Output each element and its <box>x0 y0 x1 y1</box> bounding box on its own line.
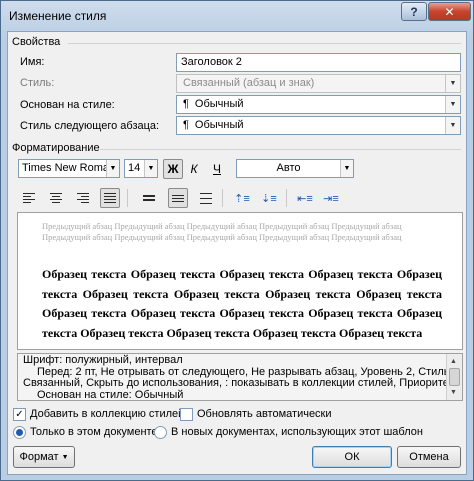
next-style-value: Обычный <box>194 119 244 131</box>
style-type-value: Связанный (абзац и знак) <box>183 77 315 89</box>
description-line: Основан на стиле: Обычный <box>37 388 184 401</box>
name-input[interactable]: Заголовок 2 <box>176 53 461 72</box>
align-left-icon[interactable] <box>19 188 39 208</box>
font-color-select[interactable]: Авто ▼ <box>236 159 354 178</box>
space-before-increase-icon[interactable]: ⇡≡ <box>232 188 252 208</box>
scroll-up-icon[interactable]: ▲ <box>450 356 457 368</box>
format-menu-button[interactable]: Формат ▼ <box>13 446 75 468</box>
formatting-divider <box>100 149 461 150</box>
underline-button[interactable]: Ч <box>207 159 227 179</box>
add-to-gallery-label[interactable]: Добавить в коллекцию стилей <box>30 408 184 420</box>
help-button[interactable]: ? <box>401 2 427 21</box>
style-description-box: Шрифт: полужирный, интервал Перед: 2 пт,… <box>17 353 463 401</box>
scroll-down-icon[interactable]: ▼ <box>450 387 457 399</box>
based-on-label: Основан на стиле: <box>20 99 115 111</box>
modify-style-dialog: Изменение стиля ? ✕ Свойства Имя: Заголо… <box>0 0 474 481</box>
paragraph-mark-icon: ¶ <box>183 98 189 110</box>
chevron-down-icon: ▼ <box>445 75 460 92</box>
double-spacing-icon[interactable] <box>196 188 216 208</box>
only-this-document-radio[interactable] <box>13 426 26 439</box>
close-button[interactable]: ✕ <box>428 2 471 21</box>
chevron-down-icon[interactable]: ▼ <box>445 117 460 134</box>
only-this-document-label[interactable]: Только в этом документе <box>30 426 158 438</box>
chevron-down-icon[interactable]: ▼ <box>445 96 460 113</box>
italic-button[interactable]: К <box>184 159 204 179</box>
align-center-icon[interactable] <box>46 188 66 208</box>
style-type-label: Стиль: <box>20 77 55 89</box>
title-bar: Изменение стиля ? ✕ <box>1 1 473 31</box>
style-type-select: Связанный (абзац и знак) ▼ <box>176 74 461 93</box>
dialog-body: Свойства Имя: Заголовок 2 Стиль: Связанн… <box>7 31 467 475</box>
bold-button[interactable]: Ж <box>163 159 183 179</box>
scroll-thumb[interactable] <box>449 368 460 386</box>
auto-update-checkbox[interactable] <box>180 408 193 421</box>
properties-section-label: Свойства <box>12 36 61 48</box>
next-style-label: Стиль следующего абзаца: <box>20 120 160 132</box>
chevron-down-icon[interactable]: ▼ <box>106 160 119 177</box>
chevron-down-icon[interactable]: ▼ <box>144 160 157 177</box>
paragraph-mark-icon: ¶ <box>183 119 189 131</box>
add-to-gallery-checkbox[interactable]: ✓ <box>13 408 26 421</box>
new-documents-label[interactable]: В новых документах, использующих этот ша… <box>171 426 423 438</box>
description-scrollbar[interactable]: ▲ ▼ <box>446 354 462 400</box>
chevron-down-icon[interactable]: ▼ <box>340 160 353 177</box>
description-line: Шрифт: полужирный, интервал <box>23 354 183 366</box>
space-before-decrease-icon[interactable]: ⇣≡ <box>259 188 279 208</box>
description-line: Связанный, Скрыть до использования, : по… <box>23 377 463 389</box>
based-on-select[interactable]: ¶ Обычный ▼ <box>176 95 461 114</box>
preview-previous-paragraph: Предыдущий абзац Предыдущий абзац Предыд… <box>42 221 402 242</box>
toolbar-separator <box>127 189 128 207</box>
single-spacing-icon[interactable] <box>139 188 159 208</box>
font-name-select[interactable]: Times New Roman ▼ <box>18 159 120 178</box>
ok-button[interactable]: ОК <box>312 446 392 468</box>
align-justify-icon[interactable] <box>100 188 120 208</box>
formatting-section-label: Форматирование <box>12 142 100 154</box>
increase-indent-icon[interactable]: ⇥≡ <box>321 188 341 208</box>
new-documents-radio[interactable] <box>154 426 167 439</box>
one-half-spacing-icon[interactable] <box>168 188 188 208</box>
align-right-icon[interactable] <box>73 188 93 208</box>
toolbar-separator <box>222 189 223 207</box>
cancel-button[interactable]: Отмена <box>397 446 461 468</box>
decrease-indent-icon[interactable]: ⇤≡ <box>295 188 315 208</box>
format-button-label: Формат <box>19 451 59 463</box>
name-label: Имя: <box>20 56 45 68</box>
preview-sample-text: Образец текста Образец текста Образец те… <box>42 267 442 340</box>
style-preview-pane: Предыдущий абзац Предыдущий абзац Предыд… <box>17 212 463 350</box>
auto-update-label[interactable]: Обновлять автоматически <box>197 408 332 420</box>
font-color-value: Авто <box>276 162 301 174</box>
based-on-value: Обычный <box>194 98 244 110</box>
radio-selected-dot <box>16 429 23 436</box>
font-size-value: 14 <box>128 162 141 174</box>
next-style-select[interactable]: ¶ Обычный ▼ <box>176 116 461 135</box>
properties-divider <box>68 43 461 44</box>
window-title: Изменение стиля <box>9 9 107 23</box>
chevron-down-icon: ▼ <box>61 453 69 461</box>
font-name-value: Times New Roman <box>22 162 116 174</box>
toolbar-separator <box>286 189 287 207</box>
font-size-select[interactable]: 14 ▼ <box>124 159 158 178</box>
